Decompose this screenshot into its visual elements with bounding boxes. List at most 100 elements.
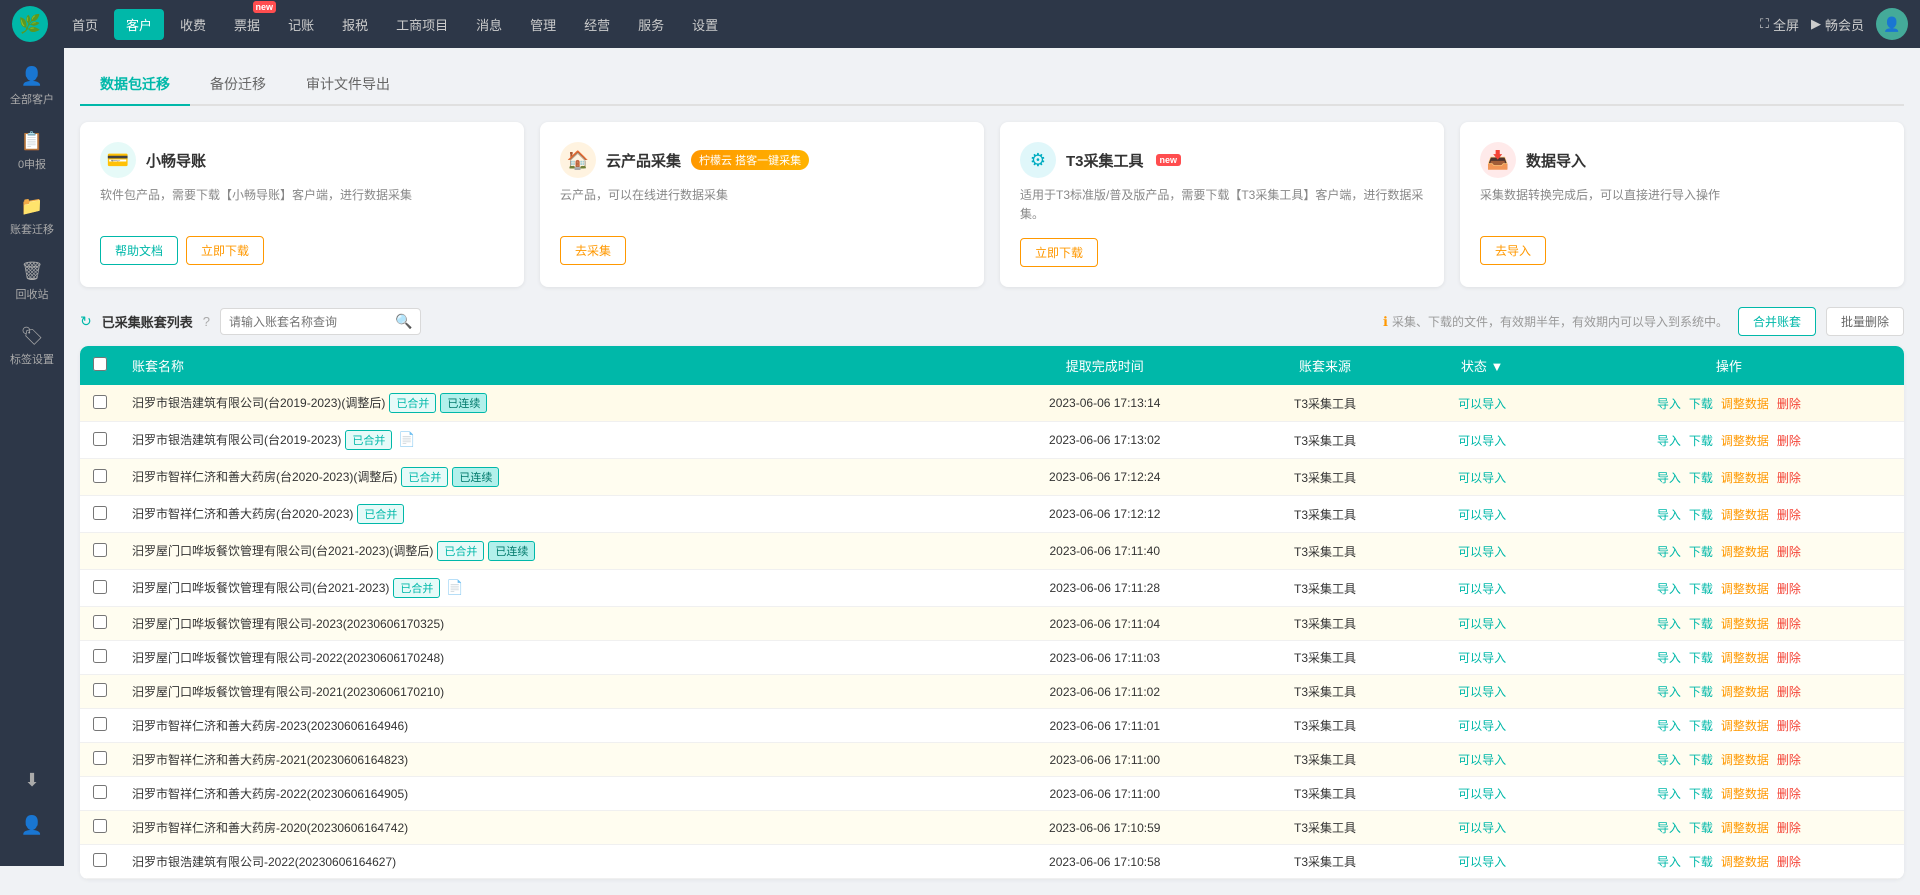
action-下载[interactable]: 下载	[1689, 508, 1713, 522]
action-删除[interactable]: 删除	[1777, 685, 1801, 699]
action-调整数据[interactable]: 调整数据	[1721, 617, 1769, 631]
nav-message[interactable]: 消息	[464, 9, 514, 40]
row-checkbox[interactable]	[93, 853, 107, 867]
action-删除[interactable]: 删除	[1777, 397, 1801, 411]
member-button[interactable]: ▶ 畅会员	[1811, 15, 1864, 34]
action-删除[interactable]: 删除	[1777, 787, 1801, 801]
sidebar-item-tag-settings[interactable]: 🏷 标签设置	[4, 316, 60, 377]
sidebar-item-account-migrate[interactable]: 📁 账套迁移	[4, 186, 60, 247]
sidebar-item-recycle[interactable]: 🗑 回收站	[4, 251, 60, 312]
action-调整数据[interactable]: 调整数据	[1721, 397, 1769, 411]
nav-settings[interactable]: 设置	[680, 9, 730, 40]
action-下载[interactable]: 下载	[1689, 787, 1713, 801]
action-导入[interactable]: 导入	[1657, 719, 1681, 733]
tab-backup-migrate[interactable]: 备份迁移	[190, 64, 286, 106]
action-导入[interactable]: 导入	[1657, 651, 1681, 665]
fullscreen-button[interactable]: ⛶ 全屏	[1760, 15, 1799, 34]
action-导入[interactable]: 导入	[1657, 617, 1681, 631]
action-删除[interactable]: 删除	[1777, 753, 1801, 767]
action-导入[interactable]: 导入	[1657, 397, 1681, 411]
action-导入[interactable]: 导入	[1657, 855, 1681, 869]
sidebar-item-profile[interactable]: 👤	[4, 805, 60, 846]
row-checkbox[interactable]	[93, 506, 107, 520]
action-删除[interactable]: 删除	[1777, 508, 1801, 522]
action-调整数据[interactable]: 调整数据	[1721, 753, 1769, 767]
action-下载[interactable]: 下载	[1689, 821, 1713, 835]
action-下载[interactable]: 下载	[1689, 582, 1713, 596]
row-checkbox[interactable]	[93, 717, 107, 731]
sidebar-item-all-customers[interactable]: 👤 全部客户	[4, 56, 60, 117]
action-调整数据[interactable]: 调整数据	[1721, 508, 1769, 522]
nav-manage[interactable]: 管理	[518, 9, 568, 40]
row-checkbox[interactable]	[93, 395, 107, 409]
action-删除[interactable]: 删除	[1777, 545, 1801, 559]
row-checkbox[interactable]	[93, 819, 107, 833]
action-导入[interactable]: 导入	[1657, 545, 1681, 559]
action-删除[interactable]: 删除	[1777, 582, 1801, 596]
nav-business[interactable]: 工商项目	[384, 9, 460, 40]
row-checkbox[interactable]	[93, 580, 107, 594]
action-下载[interactable]: 下载	[1689, 753, 1713, 767]
row-checkbox[interactable]	[93, 432, 107, 446]
nav-invoice[interactable]: 票据 new	[222, 9, 272, 40]
action-导入[interactable]: 导入	[1657, 471, 1681, 485]
action-调整数据[interactable]: 调整数据	[1721, 434, 1769, 448]
action-导入[interactable]: 导入	[1657, 582, 1681, 596]
tab-data-migrate[interactable]: 数据包迁移	[80, 64, 190, 106]
batch-delete-button[interactable]: 批量删除	[1826, 307, 1904, 336]
action-下载[interactable]: 下载	[1689, 719, 1713, 733]
select-all-checkbox[interactable]	[93, 357, 107, 371]
merge-button[interactable]: 合并账套	[1738, 307, 1816, 336]
nav-customer[interactable]: 客户	[114, 9, 164, 40]
row-checkbox[interactable]	[93, 683, 107, 697]
action-删除[interactable]: 删除	[1777, 617, 1801, 631]
action-导入[interactable]: 导入	[1657, 685, 1681, 699]
sidebar-item-download[interactable]: ⬇	[4, 760, 60, 801]
sidebar-item-zero-declare[interactable]: 📋 0申报	[4, 121, 60, 182]
go-collect-button[interactable]: 去采集	[560, 236, 626, 265]
row-checkbox[interactable]	[93, 543, 107, 557]
sort-icon[interactable]: ▼	[1491, 359, 1504, 374]
help-icon[interactable]: ?	[203, 314, 210, 329]
action-删除[interactable]: 删除	[1777, 651, 1801, 665]
row-checkbox[interactable]	[93, 785, 107, 799]
search-input[interactable]	[229, 315, 389, 329]
action-调整数据[interactable]: 调整数据	[1721, 855, 1769, 869]
action-下载[interactable]: 下载	[1689, 545, 1713, 559]
search-button[interactable]: 🔍	[395, 313, 412, 330]
help-doc-button[interactable]: 帮助文档	[100, 236, 178, 265]
action-导入[interactable]: 导入	[1657, 787, 1681, 801]
action-删除[interactable]: 删除	[1777, 434, 1801, 448]
nav-service[interactable]: 服务	[626, 9, 676, 40]
action-删除[interactable]: 删除	[1777, 855, 1801, 869]
action-调整数据[interactable]: 调整数据	[1721, 821, 1769, 835]
action-下载[interactable]: 下载	[1689, 397, 1713, 411]
action-导入[interactable]: 导入	[1657, 753, 1681, 767]
tab-audit-export[interactable]: 审计文件导出	[286, 64, 410, 106]
file-icon[interactable]: 📄	[398, 431, 415, 447]
action-调整数据[interactable]: 调整数据	[1721, 582, 1769, 596]
nav-tax[interactable]: 报税	[330, 9, 380, 40]
row-checkbox[interactable]	[93, 649, 107, 663]
action-下载[interactable]: 下载	[1689, 685, 1713, 699]
row-checkbox[interactable]	[93, 469, 107, 483]
action-调整数据[interactable]: 调整数据	[1721, 685, 1769, 699]
action-调整数据[interactable]: 调整数据	[1721, 651, 1769, 665]
nav-bookkeeping[interactable]: 记账	[276, 9, 326, 40]
action-下载[interactable]: 下载	[1689, 617, 1713, 631]
logo-icon[interactable]: 🌿	[12, 6, 48, 42]
action-删除[interactable]: 删除	[1777, 719, 1801, 733]
t3-download-button[interactable]: 立即下载	[1020, 238, 1098, 267]
action-调整数据[interactable]: 调整数据	[1721, 719, 1769, 733]
row-checkbox[interactable]	[93, 615, 107, 629]
row-checkbox[interactable]	[93, 751, 107, 765]
action-导入[interactable]: 导入	[1657, 508, 1681, 522]
action-下载[interactable]: 下载	[1689, 651, 1713, 665]
action-调整数据[interactable]: 调整数据	[1721, 787, 1769, 801]
refresh-icon[interactable]: ↻	[80, 313, 92, 330]
action-删除[interactable]: 删除	[1777, 471, 1801, 485]
download-now-button[interactable]: 立即下载	[186, 236, 264, 265]
action-导入[interactable]: 导入	[1657, 821, 1681, 835]
action-导入[interactable]: 导入	[1657, 434, 1681, 448]
avatar[interactable]: 👤	[1876, 8, 1908, 40]
